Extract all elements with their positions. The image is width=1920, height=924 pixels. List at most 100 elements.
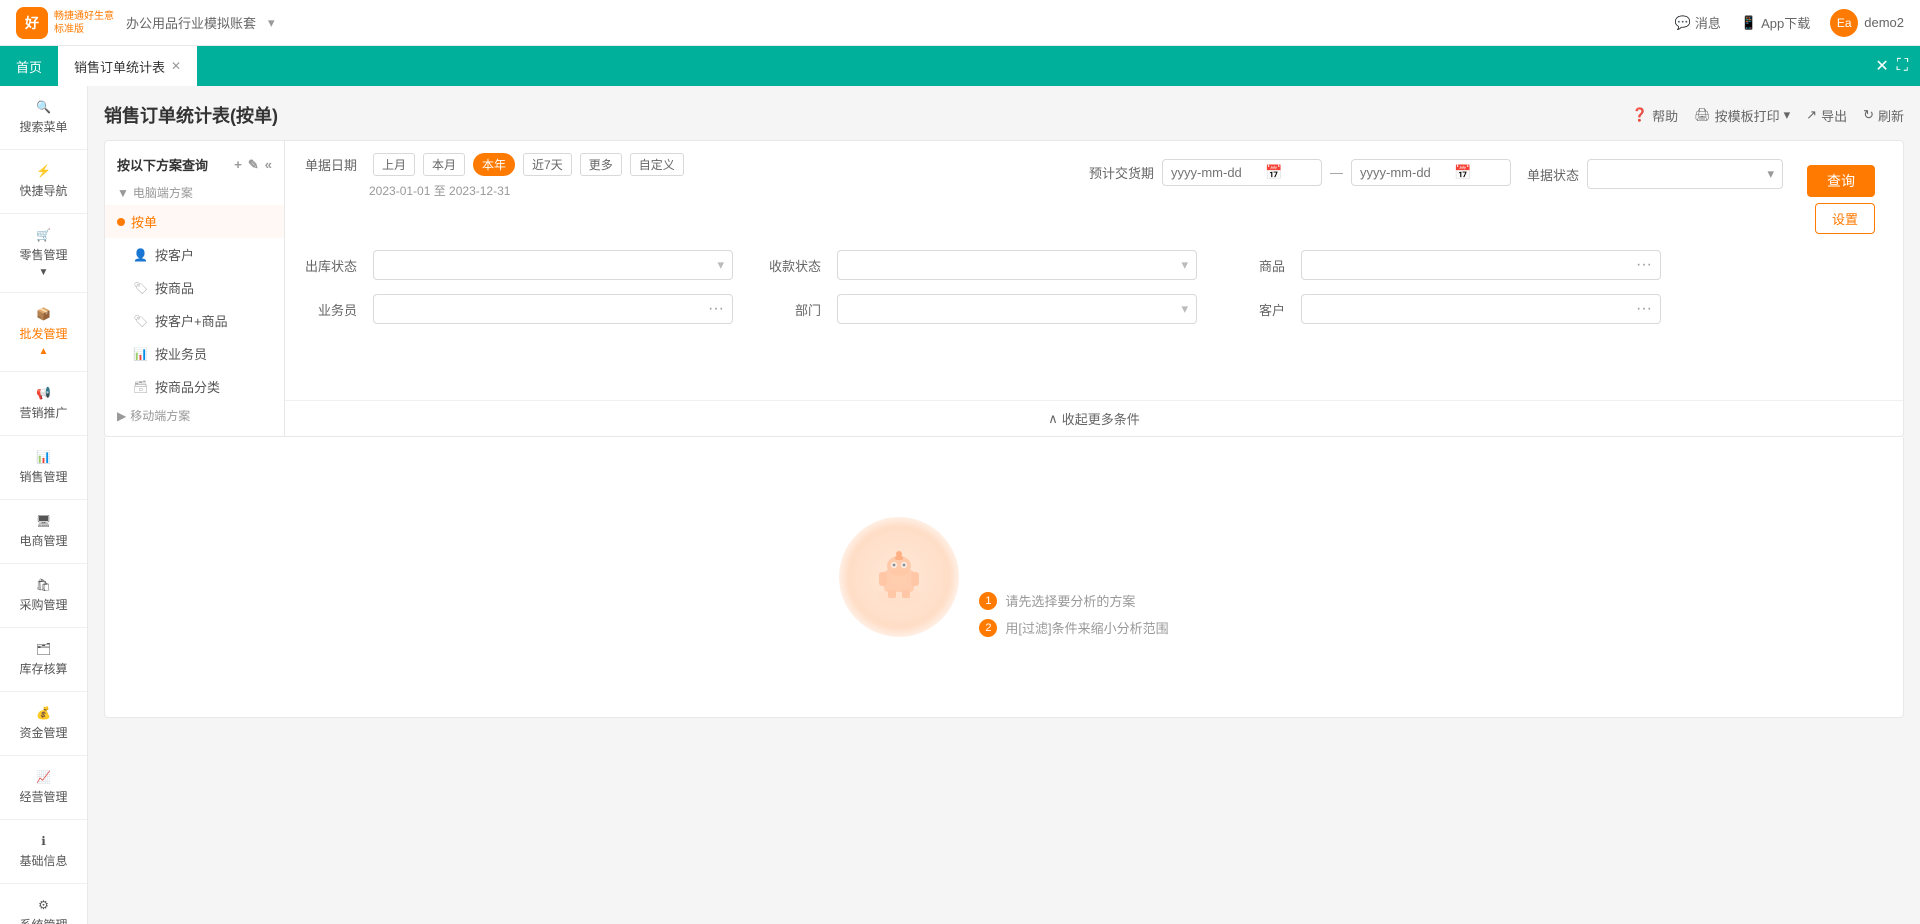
empty-state-container: 1 请先选择要分析的方案 2 用[过滤]条件来缩小分析范围 xyxy=(104,437,1904,718)
top-bar-right: 💬 消息 📱 App下载 Ea demo2 xyxy=(1675,9,1904,37)
content-area: 销售订单统计表(按单) ❓ 帮助 🖨 按模板打印 ▾ ↗ 导出 xyxy=(88,86,1920,924)
salesman-label: 业务员 xyxy=(301,300,357,319)
goods-more-icon[interactable]: ··· xyxy=(1636,256,1652,274)
category-expand-icon: ▼ xyxy=(117,186,129,200)
scheme-category-mobile[interactable]: ▶ 移动端方案 xyxy=(105,403,284,428)
salesman-select[interactable]: ··· xyxy=(373,294,733,324)
sidebar-item-system[interactable]: ⚙ 系统管理 xyxy=(0,884,87,924)
user-profile[interactable]: Ea demo2 xyxy=(1830,9,1904,37)
sidebar-item-search[interactable]: 🔍 搜索菜单 xyxy=(0,86,87,150)
sidebar-label-search: 搜索菜单 xyxy=(19,118,67,135)
active-dot-icon xyxy=(117,218,125,226)
date-btn-7days[interactable]: 近7天 xyxy=(523,153,572,176)
status-group: 单据状态 ▾ xyxy=(1523,153,1783,189)
date-btn-last-month[interactable]: 上月 xyxy=(373,153,415,176)
sidebar-item-ecommerce[interactable]: 🖥 电商管理 xyxy=(0,500,87,564)
start-date-input[interactable]: 📅 xyxy=(1162,159,1322,186)
end-date-field[interactable] xyxy=(1360,165,1450,180)
scheme-item-by-goods[interactable]: 🏷 按商品 xyxy=(105,271,284,304)
add-scheme-icon[interactable]: + xyxy=(234,157,242,173)
customer-label: 客户 xyxy=(1229,300,1285,319)
sidebar-label-sales: 销售管理 xyxy=(19,468,67,485)
sidebar-item-quick-nav[interactable]: ⚡ 快捷导航 xyxy=(0,150,87,214)
user-name: demo2 xyxy=(1864,15,1904,30)
refresh-icon: ↻ xyxy=(1863,107,1874,123)
export-btn[interactable]: ↗ 导出 xyxy=(1806,106,1847,125)
tab-close-icon[interactable]: ✕ xyxy=(171,59,181,73)
tab-sales-stat[interactable]: 销售订单统计表 ✕ xyxy=(58,46,197,86)
print-icon: 🖨 xyxy=(1694,107,1711,123)
date-btn-this-year[interactable]: 本年 xyxy=(473,153,515,176)
finance-icon: 💰 xyxy=(36,706,51,720)
customer-more-icon[interactable]: ··· xyxy=(1636,300,1652,318)
refresh-btn[interactable]: ↻ 刷新 xyxy=(1863,106,1904,125)
person-icon: 👤 xyxy=(133,248,149,262)
date-btn-this-month[interactable]: 本月 xyxy=(423,153,465,176)
scheme-item-by-cust-goods[interactable]: 🏷 按客户+商品 xyxy=(105,304,284,337)
delivery-status-label: 出库状态 xyxy=(301,256,357,275)
salesman-icon: 📊 xyxy=(133,347,149,361)
category-icon: 🗃 xyxy=(133,380,149,394)
sidebar-item-wholesale[interactable]: 📦 批发管理 ▲ xyxy=(0,293,87,372)
help-label: 帮助 xyxy=(1652,106,1678,125)
app-title: 办公用品行业模拟账套 xyxy=(126,13,256,32)
app-download-btn[interactable]: 📱 App下载 xyxy=(1741,13,1810,32)
goods-select[interactable]: ··· xyxy=(1301,250,1661,280)
scheme-item-by-customer[interactable]: 👤 按客户 xyxy=(105,238,284,271)
customer-select[interactable]: ··· xyxy=(1301,294,1661,324)
scheme-category-pc[interactable]: ▼ 电脑端方案 xyxy=(105,180,284,205)
status-select[interactable]: ▾ xyxy=(1587,159,1783,189)
empty-illustration xyxy=(839,517,959,637)
scheme-panel-header: 按以下方案查询 + ✎ « xyxy=(105,149,284,180)
scheme-item-by-salesman[interactable]: 📊 按业务员 xyxy=(105,337,284,370)
sidebar-item-finance[interactable]: 💰 资金管理 xyxy=(0,692,87,756)
payment-status-select[interactable]: ▾ xyxy=(837,250,1197,280)
tab-sales-stat-label: 销售订单统计表 xyxy=(74,57,165,76)
date-btn-custom[interactable]: 自定义 xyxy=(630,153,684,176)
sidebar-item-inventory[interactable]: 🗂 库存核算 xyxy=(0,628,87,692)
dept-select[interactable]: ▾ xyxy=(837,294,1197,324)
edit-scheme-icon[interactable]: ✎ xyxy=(248,157,259,173)
app-title-dropdown[interactable]: ▾ xyxy=(268,15,275,31)
main-layout: 🔍 搜索菜单 ⚡ 快捷导航 🛒 零售管理 ▼ 📦 批发管理 ▲ 📢 营销推广 📊… xyxy=(0,86,1920,924)
sidebar-item-sales[interactable]: 📊 销售管理 xyxy=(0,436,87,500)
payment-dropdown-icon: ▾ xyxy=(1181,257,1188,273)
collapse-btn[interactable]: ∧ 收起更多条件 xyxy=(285,400,1903,436)
doc-date-label: 单据日期 xyxy=(301,155,357,174)
date-btn-more[interactable]: 更多 xyxy=(580,153,622,176)
main-filter-area: 单据日期 上月 本月 本年 近7天 更多 自定义 xyxy=(285,141,1903,400)
window-close-icon[interactable]: ✕ xyxy=(1875,56,1888,76)
sidebar-item-purchase[interactable]: 🛍 采购管理 xyxy=(0,564,87,628)
purchase-icon: 🛍 xyxy=(36,578,51,592)
tip-num-1: 1 xyxy=(979,592,997,610)
sidebar-item-retail[interactable]: 🛒 零售管理 ▼ xyxy=(0,214,87,293)
collapse-panel-icon[interactable]: « xyxy=(265,157,272,173)
scheme-item-by-category[interactable]: 🗃 按商品分类 xyxy=(105,370,284,403)
delivery-status-select[interactable]: ▾ xyxy=(373,250,733,280)
template-print-btn[interactable]: 🖨 按模板打印 ▾ xyxy=(1694,106,1790,125)
query-button[interactable]: 查询 xyxy=(1807,165,1875,197)
sidebar-item-basic[interactable]: ℹ 基础信息 xyxy=(0,820,87,884)
settings-button[interactable]: 设置 xyxy=(1815,203,1875,234)
sidebar-item-marketing[interactable]: 📢 营销推广 xyxy=(0,372,87,436)
logo-text: 畅捷通好生意 标准版 xyxy=(54,10,114,36)
collapse-text: 收起更多条件 xyxy=(1062,409,1140,428)
sidebar-label-marketing: 营销推广 xyxy=(19,404,67,421)
goods-label: 商品 xyxy=(1229,256,1285,275)
window-maximize-icon[interactable]: ⛶ xyxy=(1897,57,1908,75)
template-print-arrow[interactable]: ▾ xyxy=(1784,107,1791,123)
start-date-field[interactable] xyxy=(1171,165,1261,180)
tab-home[interactable]: 首页 xyxy=(0,46,58,86)
empty-robot-svg xyxy=(864,542,934,612)
sidebar-label-basic: 基础信息 xyxy=(19,852,67,869)
scheme-item-by-order[interactable]: 按单 xyxy=(105,205,284,238)
sidebar-label-finance: 资金管理 xyxy=(19,724,67,741)
sidebar-item-operation[interactable]: 📈 经营管理 xyxy=(0,756,87,820)
sidebar-label-quick-nav: 快捷导航 xyxy=(19,182,67,199)
doc-date-group: 单据日期 上月 本月 本年 近7天 更多 自定义 xyxy=(301,153,1077,207)
help-btn[interactable]: ❓ 帮助 xyxy=(1632,106,1678,125)
message-btn[interactable]: 💬 消息 xyxy=(1675,13,1721,32)
end-date-input[interactable]: 📅 xyxy=(1351,159,1511,186)
salesman-more-icon[interactable]: ··· xyxy=(708,300,724,318)
search-icon: 🔍 xyxy=(36,100,51,114)
